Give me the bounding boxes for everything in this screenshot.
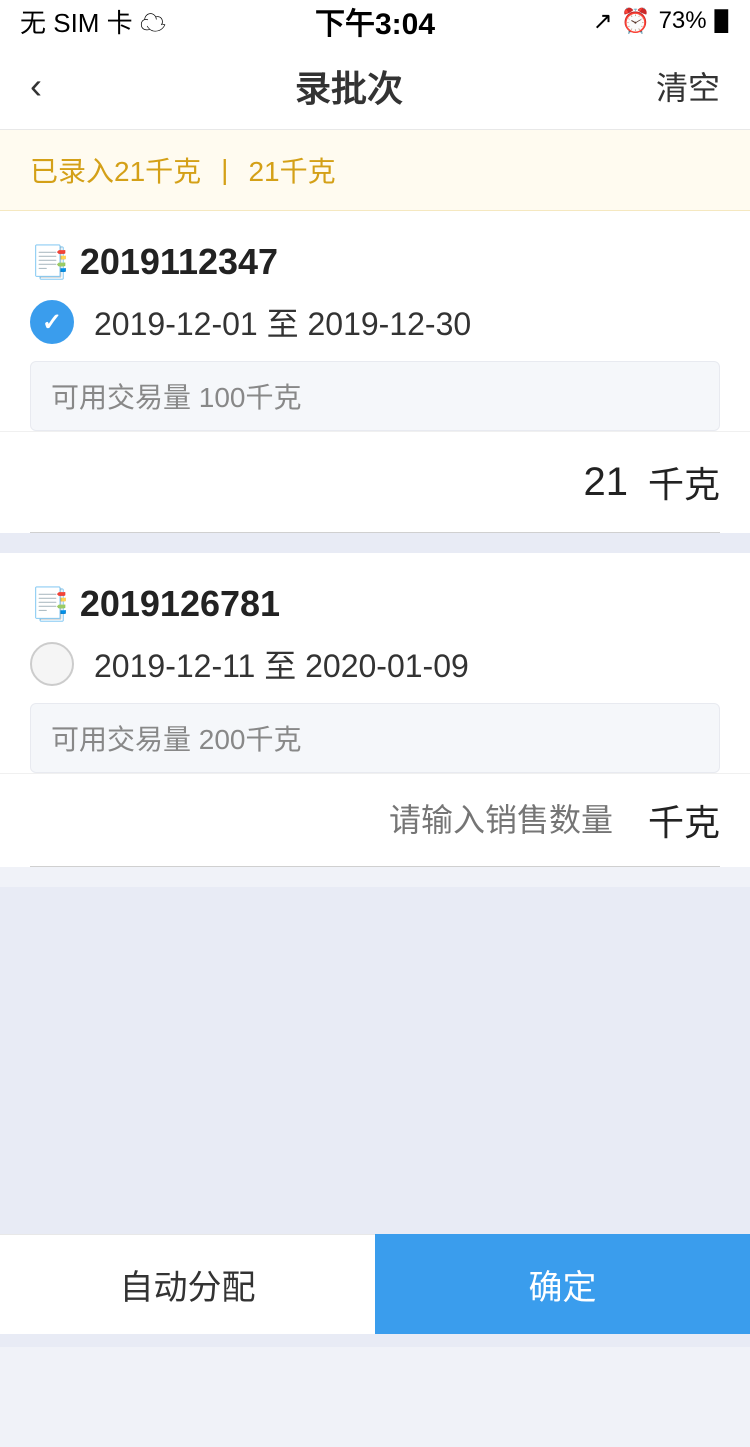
batch-1-radio[interactable] xyxy=(30,300,74,344)
recorded-label: 已录入21千克 xyxy=(30,150,201,190)
batch-1-quantity-value: 21 xyxy=(583,460,628,505)
batch-item-2: 📑 2019126781 2019-12-11 至 2020-01-09 可用交… xyxy=(0,553,750,867)
batch-2-unit: 千克 xyxy=(648,794,720,846)
info-value: 21千克 xyxy=(248,150,335,190)
status-right: ↗ ⏰ 73% ▉ xyxy=(593,7,730,36)
battery-text: 73% xyxy=(659,7,707,35)
batch-1-available: 可用交易量 100千克 xyxy=(30,361,720,431)
batch-2-input-row: 千克 xyxy=(0,773,750,866)
auto-distribute-button[interactable]: 自动分配 xyxy=(0,1234,375,1334)
batch-1-date: 2019-12-01 至 2019-12-30 xyxy=(94,299,471,345)
bottom-bar: 自动分配 确定 xyxy=(0,1234,750,1334)
batch-1-header: 📑 2019112347 xyxy=(30,241,720,283)
info-divider: | xyxy=(221,154,228,186)
batch-1-quantity-unit: 千克 xyxy=(648,456,720,508)
status-time: 下午3:04 xyxy=(315,0,435,43)
batch-1-id: 2019112347 xyxy=(80,241,278,283)
batch-2-id: 2019126781 xyxy=(80,583,280,625)
batch-2-icon: 📑 xyxy=(30,585,70,623)
info-banner: 已录入21千克 | 21千克 xyxy=(0,130,750,211)
status-bar: 无 SIM 卡 ☁ 下午3:04 ↗ ⏰ 73% ▉ xyxy=(0,0,750,42)
location-icon: ↗ xyxy=(593,7,613,36)
batch-item-1: 📑 2019112347 2019-12-01 至 2019-12-30 可用交… xyxy=(0,211,750,533)
back-button[interactable]: ‹ xyxy=(30,65,42,107)
batch-2-date: 2019-12-11 至 2020-01-09 xyxy=(94,641,469,687)
no-sim-text: 无 SIM 卡 ☁ xyxy=(20,3,166,40)
batch-1-date-row: 2019-12-01 至 2019-12-30 xyxy=(30,299,720,345)
batch-2-quantity-input[interactable] xyxy=(288,802,628,839)
section-separator-1 xyxy=(0,533,750,553)
clear-button[interactable]: 清空 xyxy=(656,63,720,109)
batch-2-available-text: 可用交易量 200千克 xyxy=(51,724,302,755)
page-title: 录批次 xyxy=(295,60,403,112)
batch-2-date-row: 2019-12-11 至 2020-01-09 xyxy=(30,641,720,687)
batch-2-available: 可用交易量 200千克 xyxy=(30,703,720,773)
batch-1-available-text: 可用交易量 100千克 xyxy=(51,382,302,413)
status-left: 无 SIM 卡 ☁ xyxy=(20,3,166,40)
confirm-button[interactable]: 确定 xyxy=(375,1234,750,1334)
batch-2-header: 📑 2019126781 xyxy=(30,583,720,625)
clock-icon: ⏰ xyxy=(621,7,651,36)
battery-icon: ▉ xyxy=(715,9,730,34)
batch-1-icon: 📑 xyxy=(30,243,70,281)
batch-2-radio[interactable] xyxy=(30,642,74,686)
batch-1-quantity-row: 21 千克 xyxy=(0,431,750,532)
nav-bar: ‹ 录批次 清空 xyxy=(0,42,750,130)
